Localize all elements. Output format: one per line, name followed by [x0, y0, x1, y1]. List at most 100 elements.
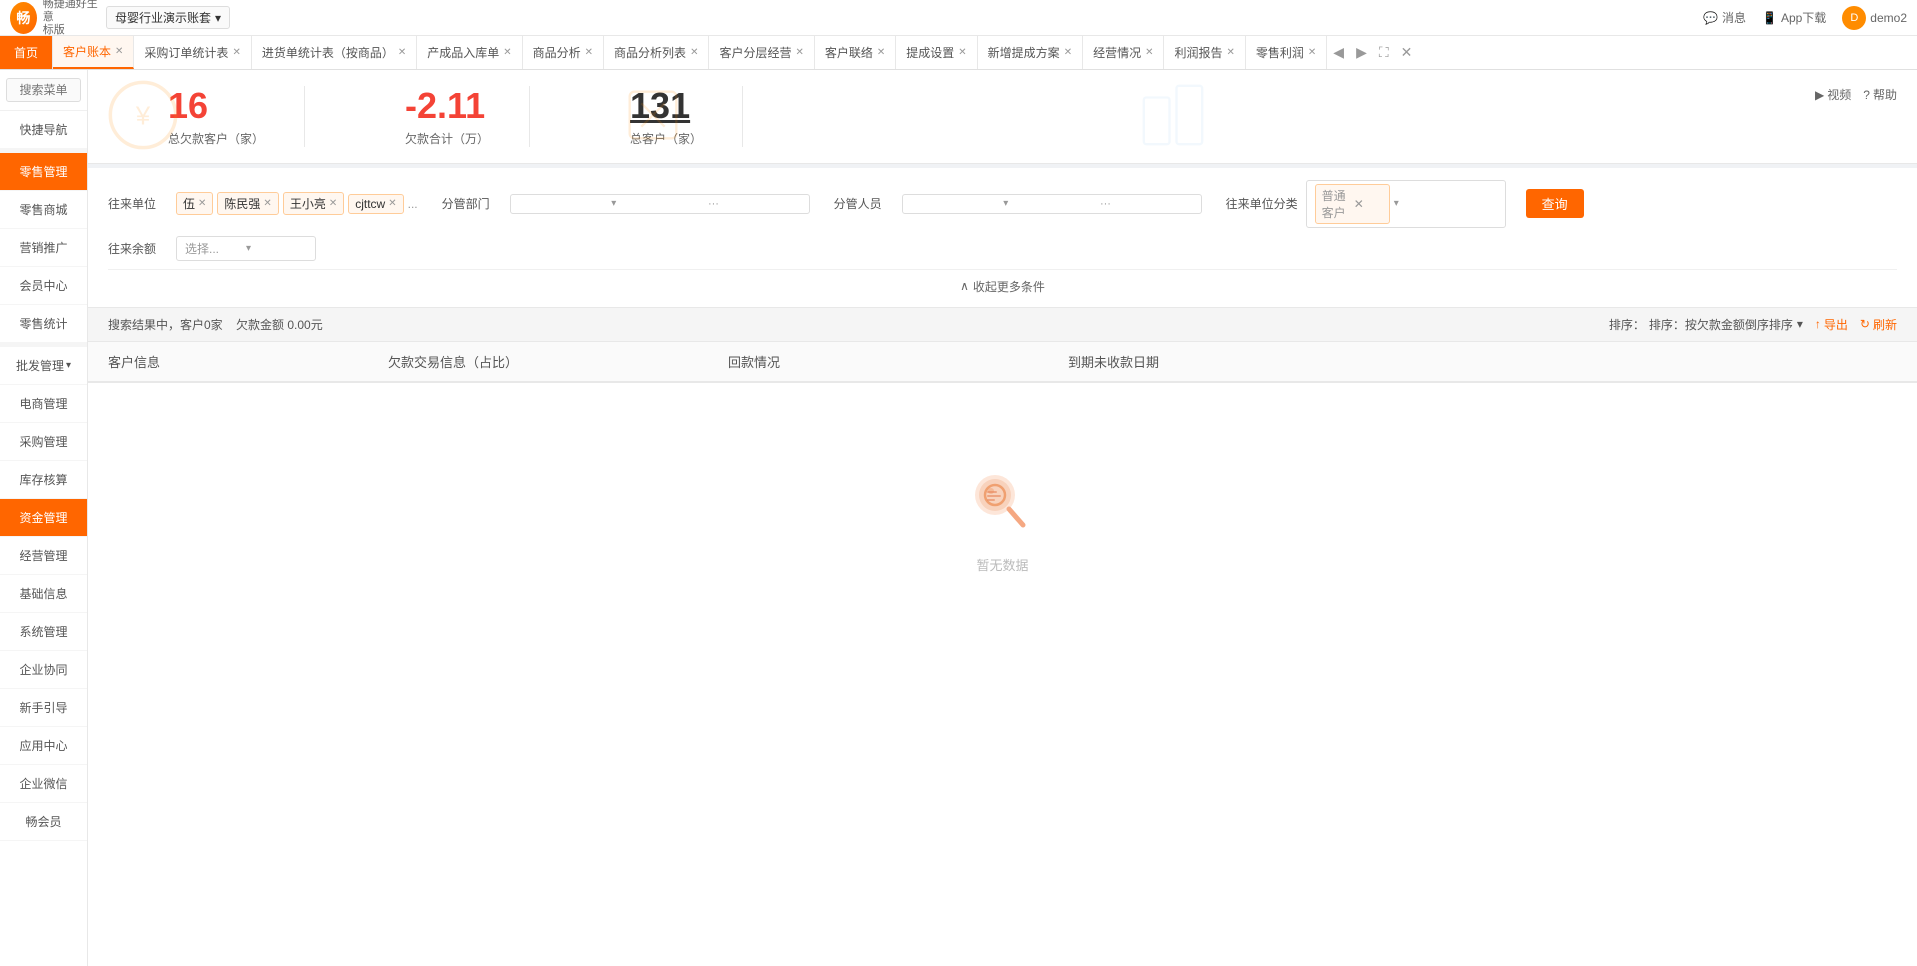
search-input[interactable] — [6, 78, 81, 102]
sidebar-item-new-guide[interactable]: 新手引导 — [0, 689, 87, 727]
filter-tag-wang: 王小亮 ✕ — [283, 192, 344, 215]
stats-right-actions: ▶ 视频 ? 帮助 — [1815, 86, 1897, 103]
video-button[interactable]: ▶ 视频 — [1815, 86, 1851, 103]
sidebar-item-ecommerce[interactable]: 电商管理 — [0, 385, 87, 423]
filter-classify-select[interactable]: 普通客户 ✕ ▾ — [1306, 180, 1506, 228]
tab-close-icon[interactable]: ✕ — [1145, 48, 1153, 58]
svg-text:¥: ¥ — [135, 102, 151, 130]
tab-close-icon[interactable]: ✕ — [690, 48, 698, 58]
tag-close-chen[interactable]: ✕ — [263, 198, 271, 209]
filter-dept-select[interactable]: ▾ ··· — [510, 194, 810, 214]
tab-fullscreen[interactable]: ⛶ — [1373, 44, 1395, 61]
tag-close-wang[interactable]: ✕ — [329, 198, 337, 209]
tab-scroll-right[interactable]: ▶ — [1350, 44, 1373, 61]
stat-total-debt: -2.11 欠款合计（万） — [405, 86, 530, 147]
user-profile[interactable]: D demo2 — [1842, 6, 1907, 30]
filter-more-tags[interactable]: ... — [408, 197, 418, 211]
results-info: 搜索结果中，客户0家 欠款金额 0.00元 — [108, 316, 323, 333]
tab-purchase-order-stats[interactable]: 采购订单统计表 ✕ — [134, 36, 251, 69]
chevron-down-icon: ▾ — [66, 360, 71, 371]
help-button[interactable]: ? 帮助 — [1863, 86, 1897, 103]
sidebar-item-retail-stats[interactable]: 零售统计 — [0, 305, 87, 343]
table-col-debt-info: 欠款交易信息（占比） — [388, 352, 728, 371]
sidebar-item-financial[interactable]: 资金管理 — [0, 499, 87, 537]
sidebar-item-quick-nav[interactable]: 快捷导航 — [0, 111, 87, 149]
tab-close-icon[interactable]: ✕ — [1064, 48, 1072, 58]
export-icon: ↑ — [1815, 317, 1821, 331]
tab-close-all[interactable]: ✕ — [1395, 44, 1419, 61]
tab-close-icon[interactable]: ✕ — [795, 48, 803, 58]
filter-unit-label: 往来单位 — [108, 195, 168, 212]
stat-value-debt: -2.11 — [405, 86, 485, 126]
sidebar-item-app-center[interactable]: 应用中心 — [0, 727, 87, 765]
tab-business-status[interactable]: 经营情况 ✕ — [1083, 36, 1164, 69]
chevron-down-icon: ▾ — [215, 11, 221, 25]
tab-close-icon[interactable]: ✕ — [1227, 48, 1235, 58]
tab-close-icon[interactable]: ✕ — [585, 48, 593, 58]
filter-tag-group: 伍 ✕ 陈民强 ✕ 王小亮 ✕ cjttcw ✕ ... — [176, 192, 418, 215]
tab-product-analysis-list[interactable]: 商品分析列表 ✕ — [604, 36, 709, 69]
app-download-button[interactable]: 📱 App下载 — [1762, 9, 1826, 26]
sidebar-item-system[interactable]: 系统管理 — [0, 613, 87, 651]
filter-person-select[interactable]: ▾ ··· — [902, 194, 1202, 214]
stat-icon-1: ¥ — [108, 80, 178, 153]
tab-close-icon[interactable]: ✕ — [232, 48, 240, 58]
avatar: D — [1842, 6, 1866, 30]
tab-add-commission-plan[interactable]: 新增提成方案 ✕ — [978, 36, 1083, 69]
sidebar-item-enterprise-wechat[interactable]: 企业微信 — [0, 765, 87, 803]
sort-selector[interactable]: 排序： 排序：按欠款金额倒序排序 ▾ — [1609, 316, 1803, 333]
sidebar-item-wholesale[interactable]: 批发管理 ▾ — [0, 347, 87, 385]
tab-close-icon[interactable]: ✕ — [115, 47, 123, 57]
tab-customer-ledger[interactable]: 客户账本 ✕ — [53, 36, 134, 69]
tab-product-analysis[interactable]: 商品分析 ✕ — [523, 36, 604, 69]
refresh-button[interactable]: ↻ 刷新 — [1860, 316, 1897, 333]
tab-purchase-stats-by-product[interactable]: 进货单统计表（按商品） ✕ — [252, 36, 417, 69]
sidebar-item-operations[interactable]: 经营管理 — [0, 537, 87, 575]
download-icon: 📱 — [1762, 11, 1777, 25]
tab-commission-settings[interactable]: 提成设置 ✕ — [896, 36, 977, 69]
sidebar-item-purchase[interactable]: 采购管理 — [0, 423, 87, 461]
filter-tag-cjttcw: cjttcw ✕ — [348, 194, 403, 214]
message-button[interactable]: 💬 消息 — [1703, 9, 1746, 26]
sidebar-item-chang-member[interactable]: 畅会员 — [0, 803, 87, 841]
filter-classify-label: 往来单位分类 — [1226, 195, 1298, 212]
tab-retail-profit[interactable]: 零售利润 ✕ — [1246, 36, 1327, 69]
tab-close-icon[interactable]: ✕ — [398, 48, 406, 58]
tab-customer-contact[interactable]: 客户联络 ✕ — [815, 36, 896, 69]
results-actions: 排序： 排序：按欠款金额倒序排序 ▾ ↑ 导出 ↻ 刷新 — [1609, 316, 1897, 333]
collapse-button[interactable]: ∧ 收起更多条件 — [108, 269, 1897, 295]
tag-close-wu[interactable]: ✕ — [198, 198, 206, 209]
tab-profit-report[interactable]: 利润报告 ✕ — [1164, 36, 1245, 69]
logo-text: 畅捷通好生意 标版 — [43, 0, 98, 37]
table-col-repayment: 回款情况 — [728, 352, 1068, 371]
tab-product-inbound[interactable]: 产成品入库单 ✕ — [417, 36, 522, 69]
stats-bar: ¥ 16 总欠款客户（家） — [88, 70, 1917, 164]
export-button[interactable]: ↑ 导出 — [1815, 316, 1848, 333]
tab-scroll-left[interactable]: ◀ — [1327, 44, 1350, 61]
query-button[interactable]: 查询 — [1526, 189, 1584, 218]
filter-remain-select[interactable]: 选择... ▾ — [176, 236, 316, 261]
tag-close-classify[interactable]: ✕ — [1354, 197, 1383, 211]
sidebar-item-inventory[interactable]: 库存核算 — [0, 461, 87, 499]
sidebar-item-retail-mall[interactable]: 零售商城 — [0, 191, 87, 229]
tab-close-icon[interactable]: ✕ — [1308, 48, 1316, 58]
table-header: 客户信息 欠款交易信息（占比） 回款情况 到期未收款日期 — [88, 342, 1917, 383]
table-container: 客户信息 欠款交易信息（占比） 回款情况 到期未收款日期 — [88, 342, 1917, 966]
tab-home[interactable]: 首页 — [0, 36, 53, 69]
tab-close-icon[interactable]: ✕ — [958, 48, 966, 58]
sidebar-item-member-center[interactable]: 会员中心 — [0, 267, 87, 305]
message-icon: 💬 — [1703, 11, 1718, 25]
sidebar-item-marketing[interactable]: 营销推广 — [0, 229, 87, 267]
empty-state-icon — [963, 463, 1043, 543]
tab-close-icon[interactable]: ✕ — [877, 48, 885, 58]
org-selector[interactable]: 母婴行业演示账套 ▾ — [106, 6, 230, 29]
stat-label-debt: 欠款合计（万） — [405, 130, 489, 147]
sidebar-item-retail-management[interactable]: 零售管理 — [0, 153, 87, 191]
tag-close-cjttcw[interactable]: ✕ — [388, 198, 396, 209]
tab-customer-segmentation[interactable]: 客户分层经营 ✕ — [709, 36, 814, 69]
sidebar-item-enterprise-collab[interactable]: 企业协同 — [0, 651, 87, 689]
stat-icon-2 — [618, 80, 688, 153]
sidebar-item-basic-info[interactable]: 基础信息 — [0, 575, 87, 613]
tab-close-icon[interactable]: ✕ — [503, 48, 511, 58]
tab-bar: 首页 客户账本 ✕ 采购订单统计表 ✕ 进货单统计表（按商品） ✕ 产成品入库单… — [0, 36, 1917, 70]
